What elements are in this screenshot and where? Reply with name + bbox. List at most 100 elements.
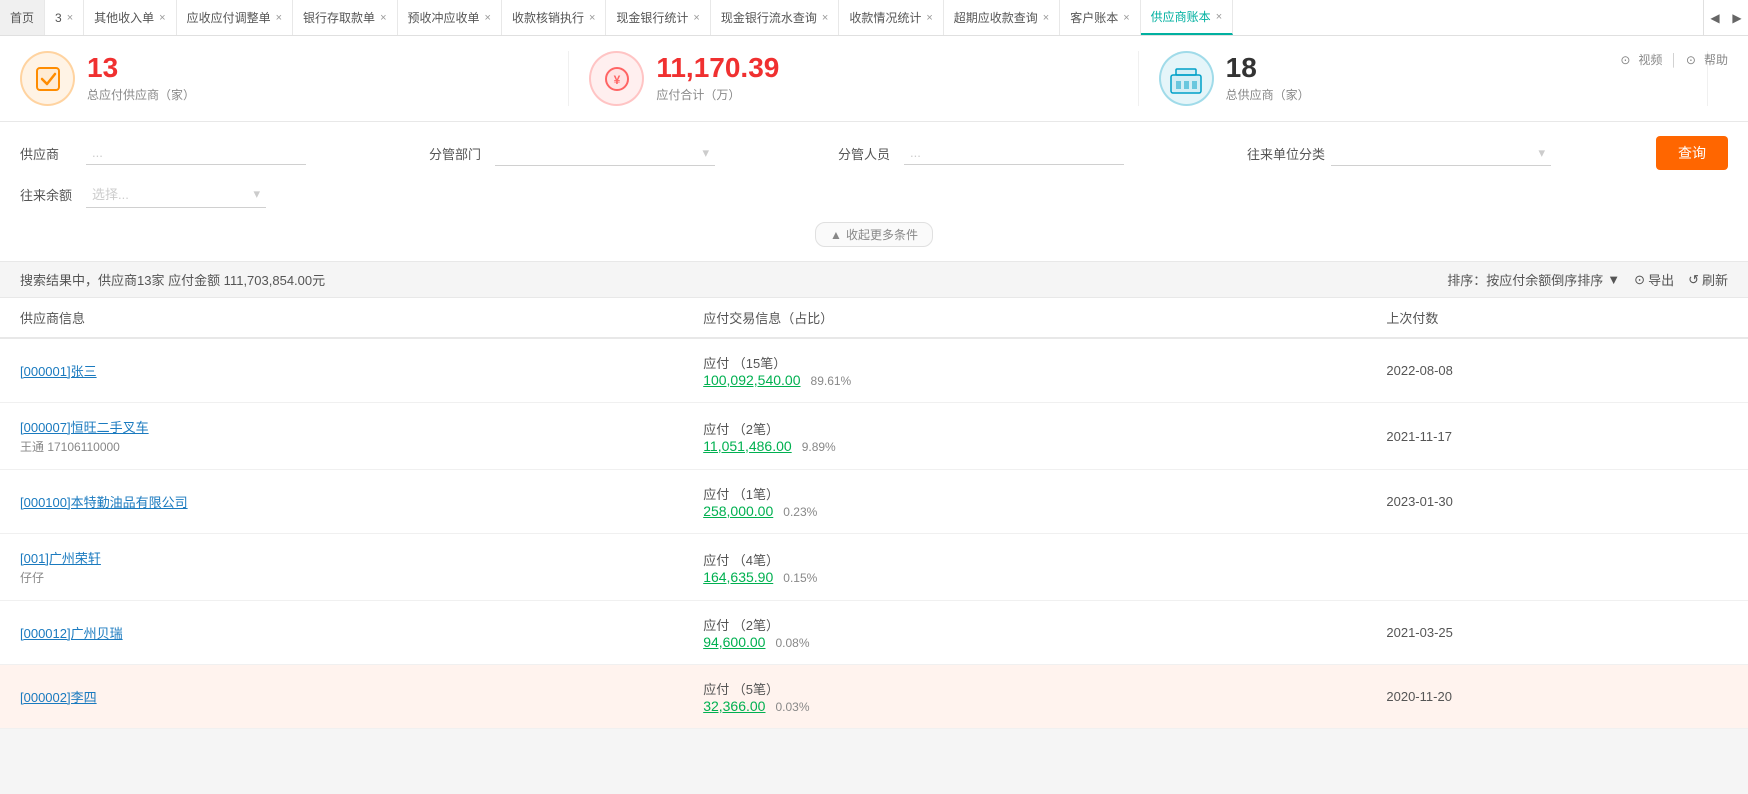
nav-tab-home[interactable]: 首页 xyxy=(0,0,45,35)
payable-amount-link[interactable]: 94,600.00 xyxy=(703,634,765,650)
nav-tab-cash-query-close[interactable]: × xyxy=(822,12,828,24)
video-link[interactable]: 视频 xyxy=(1638,51,1662,68)
video-icon: ⊙ xyxy=(1620,53,1630,67)
table-row: [001]广州荣轩仔仔应付 （4笔）164,635.90 0.15% xyxy=(0,534,1748,601)
refresh-icon: ↺ xyxy=(1688,272,1699,288)
total-suppliers-label: 总供应商（家） xyxy=(1226,86,1310,103)
nav-tab-overdue-recv-label: 超期应收款查询 xyxy=(954,9,1038,26)
supplier-link[interactable]: [000002]李四 xyxy=(20,690,97,705)
supplier-link[interactable]: [000012]广州贝瑞 xyxy=(20,626,123,641)
payable-label: 应付 （2笔） xyxy=(703,615,1386,634)
table-area: 供应商信息 应付交易信息（占比） 上次付数 [000001]张三 应付 （15笔）… xyxy=(0,298,1748,729)
nav-tab-3-close[interactable]: × xyxy=(67,12,73,24)
results-bar: 搜索结果中，供应商13家 应付金额 111,703,854.00元 排序：按应付… xyxy=(0,262,1748,298)
table-header: 供应商信息 应付交易信息（占比） 上次付数 xyxy=(0,298,1748,339)
payable-cell: 应付 （1笔）258,000.00 0.23% xyxy=(703,484,1386,519)
payable-suppliers-label: 总应付供应商（家） xyxy=(87,86,195,103)
nav-tab-customer-book-label: 客户账本 xyxy=(1070,9,1118,26)
export-button[interactable]: ⊙ 导出 xyxy=(1634,270,1674,289)
nav-tab-recv-exec[interactable]: 收款核销执行 × xyxy=(502,0,606,35)
payable-amount-link[interactable]: 32,366.00 xyxy=(703,698,765,714)
nav-tab-overdue-recv[interactable]: 超期应收款查询 × xyxy=(944,0,1060,35)
query-button[interactable]: 查询 xyxy=(1656,136,1728,170)
payable-cell: 应付 （4笔）164,635.90 0.15% xyxy=(703,550,1386,585)
payable-percent: 0.15% xyxy=(783,571,817,585)
refresh-button[interactable]: ↺ 刷新 xyxy=(1688,270,1728,289)
nav-next-arrow[interactable]: ▶ xyxy=(1726,0,1748,36)
stat-total-suppliers-content: 18 总供应商（家） xyxy=(1226,54,1310,103)
table-row: [000002]李四应付 （5笔）32,366.000.03%2020-11-2… xyxy=(0,665,1748,729)
payable-suppliers-count: 13 xyxy=(87,54,195,82)
unit-class-select[interactable]: ▾ xyxy=(1331,141,1551,166)
supplier-sub: 王通 17106110000 xyxy=(20,438,703,455)
col-header-payable: 应付交易信息（占比） xyxy=(703,308,1386,327)
sort-chevron-down-icon: ▼ xyxy=(1607,272,1620,287)
payable-percent: 0.23% xyxy=(783,505,817,519)
supplier-link[interactable]: [000100]本特勤油品有限公司 xyxy=(20,495,188,510)
nav-tab-recv-stat-close[interactable]: × xyxy=(926,12,932,24)
sort-selector[interactable]: 排序：按应付余额倒序排序 ▼ xyxy=(1447,270,1620,289)
supplier-link[interactable]: [000007]恒旺二手叉车 xyxy=(20,420,149,435)
person-input[interactable] xyxy=(904,141,1124,165)
nav-tab-recv-stat-label: 收款情况统计 xyxy=(849,9,921,26)
payable-amount-link[interactable]: 11,051,486.00 xyxy=(703,438,792,454)
nav-tab-bank-close[interactable]: × xyxy=(380,12,386,24)
table-row: [000007]恒旺二手叉车王通 17106110000应付 （2笔）11,05… xyxy=(0,403,1748,470)
nav-prev-arrow[interactable]: ◀ xyxy=(1704,0,1726,36)
dept-select[interactable]: ▾ xyxy=(495,141,715,166)
supplier-link[interactable]: [000001]张三 xyxy=(20,364,97,379)
nav-tab-adjust-close[interactable]: × xyxy=(276,12,282,24)
table-row: [000100]本特勤油品有限公司 应付 （1笔）258,000.00 0.23% 2… xyxy=(0,470,1748,534)
nav-tab-cash-query[interactable]: 现金银行流水查询 × xyxy=(711,0,839,35)
svg-text:¥: ¥ xyxy=(613,73,620,87)
nav-tab-prepay-recv-label: 预收冲应收单 xyxy=(408,9,480,26)
nav-tab-prepay-recv-close[interactable]: × xyxy=(485,12,491,24)
nav-tab-prepay-recv[interactable]: 预收冲应收单 × xyxy=(398,0,502,35)
filter-person: 分管人员 xyxy=(838,141,1231,165)
payable-amount-link[interactable]: 100,092,540.00 xyxy=(703,372,800,388)
nav-tab-overdue-recv-close[interactable]: × xyxy=(1043,12,1049,24)
results-actions: 排序：按应付余额倒序排序 ▼ ⊙ 导出 ↺ 刷新 xyxy=(1447,270,1728,289)
supplier-cell: [000002]李四 xyxy=(20,687,703,706)
help-link[interactable]: 帮助 xyxy=(1704,51,1728,68)
total-suppliers-icon xyxy=(1159,51,1214,106)
last-pay-cell: 2021-03-25 xyxy=(1386,625,1728,640)
nav-tab-cash-stat-close[interactable]: × xyxy=(693,12,699,24)
nav-tab-3[interactable]: 3 × xyxy=(45,0,84,35)
col-header-supplier: 供应商信息 xyxy=(20,308,703,327)
nav-tab-other-income-close[interactable]: × xyxy=(159,12,165,24)
payable-amount: 164,635.90 0.15% xyxy=(703,569,1386,585)
supplier-link[interactable]: [001]广州荣轩 xyxy=(20,551,101,566)
collapse-button[interactable]: ▲ 收起更多条件 xyxy=(815,222,933,247)
nav-tab-customer-book[interactable]: 客户账本 × xyxy=(1060,0,1140,35)
nav-tab-recv-exec-label: 收款核销执行 xyxy=(512,9,584,26)
balance-select[interactable]: 选择... ▾ xyxy=(86,180,266,208)
payable-label: 应付 （1笔） xyxy=(703,484,1386,503)
filter-row-1: 供应商 分管部门 ▾ 分管人员 往来单位分类 ▾ 查询 xyxy=(20,136,1728,170)
stats-bar: 13 总应付供应商（家） ¥ 11,170.39 应付合计（万） 1 xyxy=(0,36,1748,122)
payable-amount: 11,051,486.009.89% xyxy=(703,438,1386,454)
supplier-input[interactable] xyxy=(86,141,306,165)
nav-tab-recv-exec-close[interactable]: × xyxy=(589,12,595,24)
nav-tab-home-label: 首页 xyxy=(10,9,34,26)
supplier-cell: [000001]张三 xyxy=(20,361,703,380)
dept-filter-label: 分管部门 xyxy=(429,144,489,163)
last-pay-cell: 2023-01-30 xyxy=(1386,494,1728,509)
payable-amount-link[interactable]: 258,000.00 xyxy=(703,503,773,519)
filter-area: 供应商 分管部门 ▾ 分管人员 往来单位分类 ▾ 查询 往来余额 选择 xyxy=(0,122,1748,262)
dept-chevron-down-icon: ▾ xyxy=(702,145,709,161)
nav-tab-bank[interactable]: 银行存取款单 × xyxy=(293,0,397,35)
supplier-sub: 仔仔 xyxy=(20,569,703,586)
nav-tab-customer-book-close[interactable]: × xyxy=(1123,12,1129,24)
payable-amount-link[interactable]: 164,635.90 xyxy=(703,569,773,585)
nav-tab-recv-stat[interactable]: 收款情况统计 × xyxy=(839,0,943,35)
payable-label: 应付 （4笔） xyxy=(703,550,1386,569)
nav-tab-adjust[interactable]: 应收应付调整单 × xyxy=(177,0,293,35)
nav-tab-other-income[interactable]: 其他收入单 × xyxy=(84,0,176,35)
export-icon: ⊙ xyxy=(1634,272,1645,288)
payable-label: 应付 （15笔） xyxy=(703,353,1386,372)
stat-payable-suppliers: 13 总应付供应商（家） xyxy=(20,51,569,106)
nav-tab-supplier-book[interactable]: 供应商账本 × xyxy=(1141,0,1233,35)
nav-tab-cash-stat[interactable]: 现金银行统计 × xyxy=(606,0,710,35)
nav-tab-supplier-book-close[interactable]: × xyxy=(1216,11,1222,23)
